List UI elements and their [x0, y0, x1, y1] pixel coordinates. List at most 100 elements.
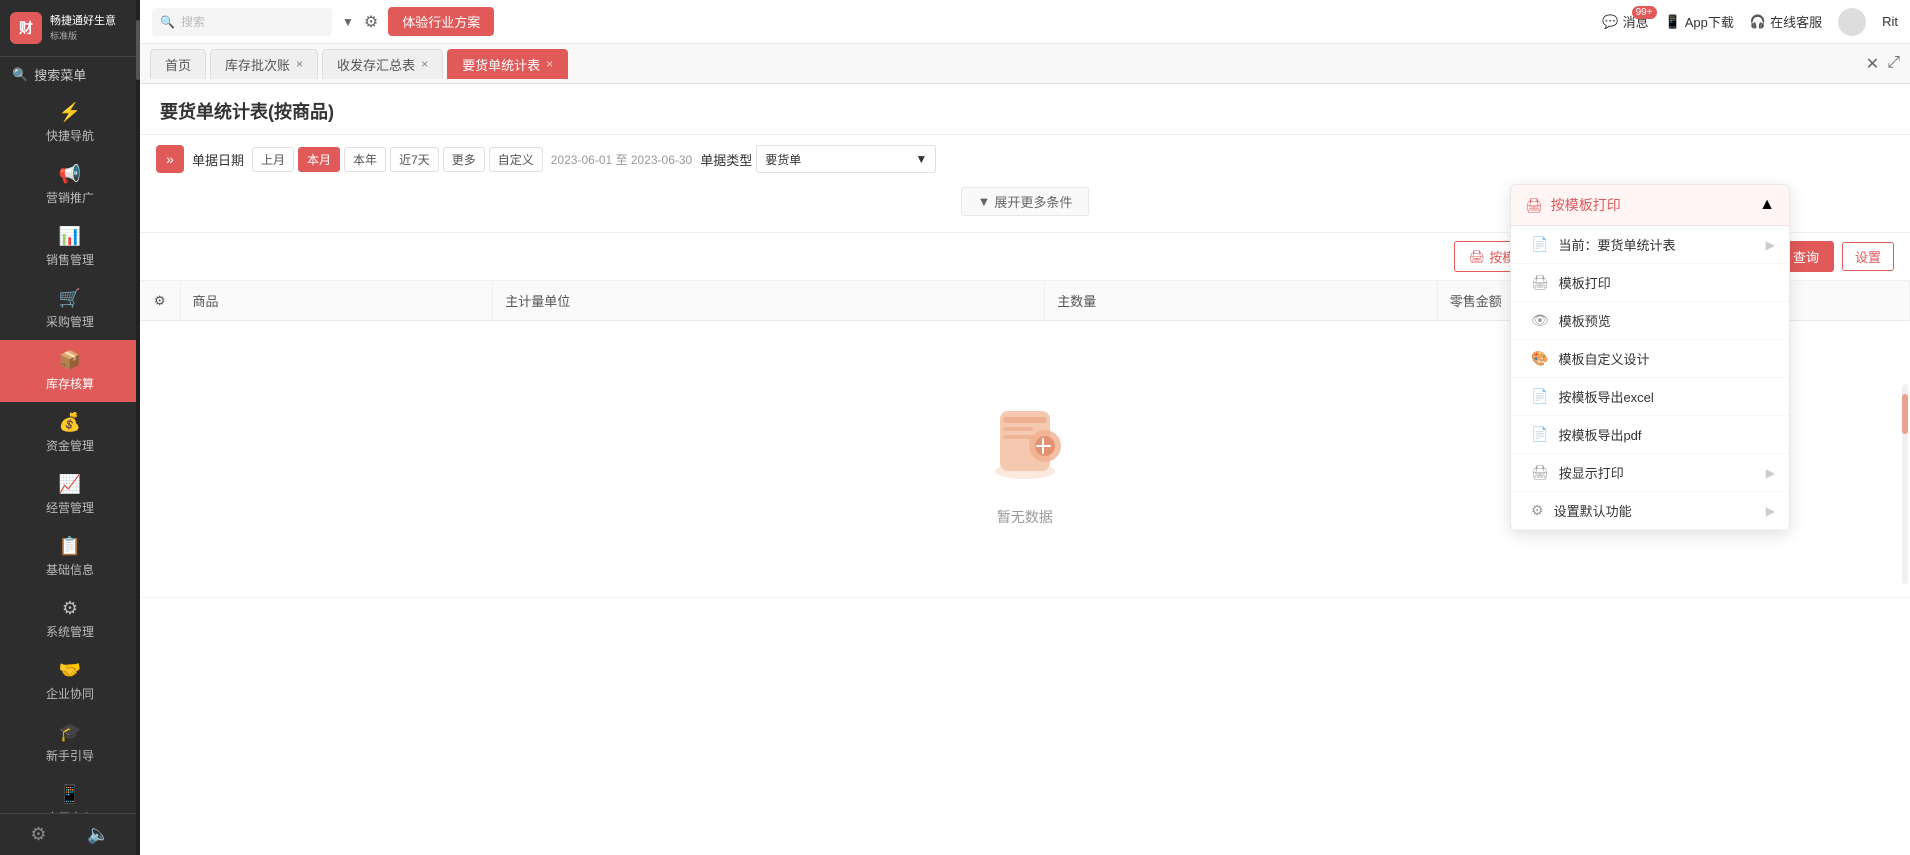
dropdown-current-item[interactable]: 📄 当前：要货单统计表 ▶	[1511, 226, 1789, 264]
purchase-icon: 🛒	[59, 288, 81, 309]
print-dropdown-popup: 🖨 按模板打印 ▲ 📄 当前：要货单统计表 ▶ 🖨 模板打印 👁 模板预览	[1510, 184, 1790, 531]
tab-order-stats-close[interactable]: ×	[546, 57, 553, 71]
dropdown-item-export-excel[interactable]: 📄 按模板导出excel	[1511, 378, 1789, 416]
sidebar-item-label: 应用中心	[46, 809, 94, 813]
date-range-text: 2023-06-01 至 2023-06-30	[551, 151, 692, 168]
sidebar-search[interactable]: 🔍 搜索菜单	[0, 57, 140, 92]
sidebar-item-app-center[interactable]: 📱 应用中心	[0, 774, 140, 813]
sidebar-logo: 财 畅捷通好生意 标准版	[0, 0, 140, 57]
tab-window-close-icon[interactable]: ✕	[1866, 54, 1879, 74]
settings-button[interactable]: 设置	[1842, 242, 1894, 271]
current-label: 当前：要货单统计表	[1558, 235, 1675, 254]
sidebar-item-enterprise[interactable]: 🤝 企业协同	[0, 650, 140, 712]
export-excel-icon: 📄	[1531, 388, 1548, 405]
app-download-button[interactable]: 📱 App下载	[1665, 12, 1734, 31]
date-btn-custom[interactable]: 自定义	[489, 147, 543, 172]
tab-batch-accounts[interactable]: 库存批次账 ×	[210, 49, 318, 79]
audio-footer-icon[interactable]: 🔈	[87, 824, 109, 845]
tab-receivable-summary[interactable]: 收发存汇总表 ×	[322, 49, 443, 79]
dropdown-item-template-preview[interactable]: 👁 模板预览	[1511, 302, 1789, 340]
online-service-button[interactable]: 🎧 在线客服	[1750, 12, 1822, 31]
search-icon: 🔍	[12, 67, 28, 83]
quick-nav-icon: ⚡	[59, 102, 81, 123]
tab-batch-accounts-close[interactable]: ×	[296, 57, 303, 71]
tab-receivable-summary-close[interactable]: ×	[421, 57, 428, 71]
inventory-icon: 📦	[59, 350, 81, 371]
tab-bar-right: ✕ ⤢	[1866, 54, 1900, 74]
dropdown-item-export-pdf[interactable]: 📄 按模板导出pdf	[1511, 416, 1789, 454]
dropdown-item-set-default[interactable]: ⚙ 设置默认功能 ▶	[1511, 492, 1789, 530]
col-quantity: 主数量	[1045, 281, 1438, 321]
sidebar-item-marketing[interactable]: 📢 营销推广	[0, 154, 140, 216]
display-print-left: 🖨 按显示打印	[1531, 463, 1624, 482]
date-buttons: 上月 本月 本年 近7天 更多 自定义 2023-06-01 至 2023-06…	[252, 147, 692, 172]
dropdown-item-template-design[interactable]: 🎨 模板自定义设计	[1511, 340, 1789, 378]
col-settings[interactable]: ⚙	[140, 281, 180, 321]
app-name: 畅捷通好生意	[50, 14, 116, 29]
topbar-dropdown-arrow[interactable]: ▼	[342, 15, 354, 29]
sidebar-item-purchase[interactable]: 🛒 采购管理	[0, 278, 140, 340]
date-btn-more[interactable]: 更多	[443, 147, 485, 172]
operations-icon: 📈	[59, 474, 81, 495]
dropdown-collapse-icon[interactable]: ▲	[1759, 196, 1775, 214]
sidebar-nav: ⚡ 快捷导航 📢 营销推广 📊 销售管理 🛒 采购管理 📦 库存核算 💰 资金管…	[0, 92, 140, 813]
sidebar-item-label: 快捷导航	[46, 127, 94, 144]
sidebar-item-quick-nav[interactable]: ⚡ 快捷导航	[0, 92, 140, 154]
sidebar-item-newbie[interactable]: 🎓 新手引导	[0, 712, 140, 774]
trial-industry-button[interactable]: 体验行业方案	[388, 7, 494, 36]
topbar-search-text: 搜索	[181, 13, 205, 30]
avatar[interactable]	[1838, 8, 1866, 36]
template-design-label: 模板自定义设计	[1558, 349, 1649, 368]
sidebar-search-label: 搜索菜单	[34, 65, 86, 84]
filter-expand-button[interactable]: »	[156, 145, 184, 173]
expand-more-label: 展开更多条件	[994, 192, 1072, 211]
dropdown-header[interactable]: 🖨 按模板打印 ▲	[1511, 185, 1789, 226]
expand-more-button[interactable]: ▼ 展开更多条件	[961, 187, 1090, 216]
template-print-icon: 🖨	[1531, 274, 1549, 291]
sidebar: 财 畅捷通好生意 标准版 🔍 搜索菜单 ⚡ 快捷导航 📢 营销推广 📊 销售管理…	[0, 0, 140, 855]
date-btn-this-year[interactable]: 本年	[344, 147, 386, 172]
message-icon: 💬	[1602, 14, 1618, 30]
sidebar-item-inventory[interactable]: 📦 库存核算	[0, 340, 140, 402]
topbar-search-box[interactable]: 🔍 搜索	[152, 8, 332, 36]
sidebar-item-label: 资金管理	[46, 437, 94, 454]
sidebar-item-sales[interactable]: 📊 销售管理	[0, 216, 140, 278]
export-pdf-icon: 📄	[1531, 426, 1548, 443]
sidebar-item-label: 销售管理	[46, 251, 94, 268]
set-default-left: ⚙ 设置默认功能	[1531, 501, 1632, 520]
tab-window-expand-icon[interactable]: ⤢	[1887, 54, 1900, 74]
sidebar-item-label: 营销推广	[46, 189, 94, 206]
username-label[interactable]: Rit	[1882, 14, 1898, 29]
sidebar-item-basic[interactable]: 📋 基础信息	[0, 526, 140, 588]
topbar-right: 💬 消息 99+ 📱 App下载 🎧 在线客服 Rit	[1602, 8, 1898, 36]
page-scrollbar[interactable]	[1902, 384, 1908, 584]
date-btn-7days[interactable]: 近7天	[390, 147, 439, 172]
app-center-icon: 📱	[59, 784, 81, 805]
dropdown-item-display-print[interactable]: 🖨 按显示打印 ▶	[1511, 454, 1789, 492]
col-unit: 主计量单位	[493, 281, 1045, 321]
sidebar-item-operations[interactable]: 📈 经营管理	[0, 464, 140, 526]
date-btn-last-month[interactable]: 上月	[252, 147, 294, 172]
order-type-label: 单据类型	[700, 150, 752, 169]
date-btn-this-month[interactable]: 本月	[298, 147, 340, 172]
sidebar-item-system[interactable]: ⚙ 系统管理	[0, 588, 140, 650]
sidebar-item-label: 系统管理	[46, 623, 94, 640]
sidebar-item-label: 库存核算	[46, 375, 94, 392]
set-default-label: 设置默认功能	[1554, 501, 1632, 520]
service-label: 在线客服	[1770, 12, 1822, 31]
tab-order-stats[interactable]: 要货单统计表 ×	[447, 49, 568, 79]
page-scrollbar-thumb[interactable]	[1902, 394, 1908, 434]
tab-home[interactable]: 首页	[150, 49, 206, 79]
order-type-select[interactable]: 要货单 ▼	[756, 145, 936, 173]
empty-icon	[975, 391, 1075, 491]
set-default-icon: ⚙	[1531, 502, 1544, 519]
sidebar-item-finance[interactable]: 💰 资金管理	[0, 402, 140, 464]
order-type-filter: 单据类型 要货单 ▼	[700, 145, 936, 173]
dropdown-current-left: 📄 当前：要货单统计表	[1531, 235, 1675, 254]
dropdown-item-template-print[interactable]: 🖨 模板打印	[1511, 264, 1789, 302]
export-pdf-label: 按模板导出pdf	[1558, 425, 1641, 444]
message-button[interactable]: 💬 消息 99+	[1602, 12, 1648, 31]
page-title: 要货单统计表(按商品)	[140, 84, 1910, 135]
settings-footer-icon[interactable]: ⚙	[30, 824, 46, 845]
topbar-gear-icon[interactable]: ⚙	[364, 12, 378, 32]
